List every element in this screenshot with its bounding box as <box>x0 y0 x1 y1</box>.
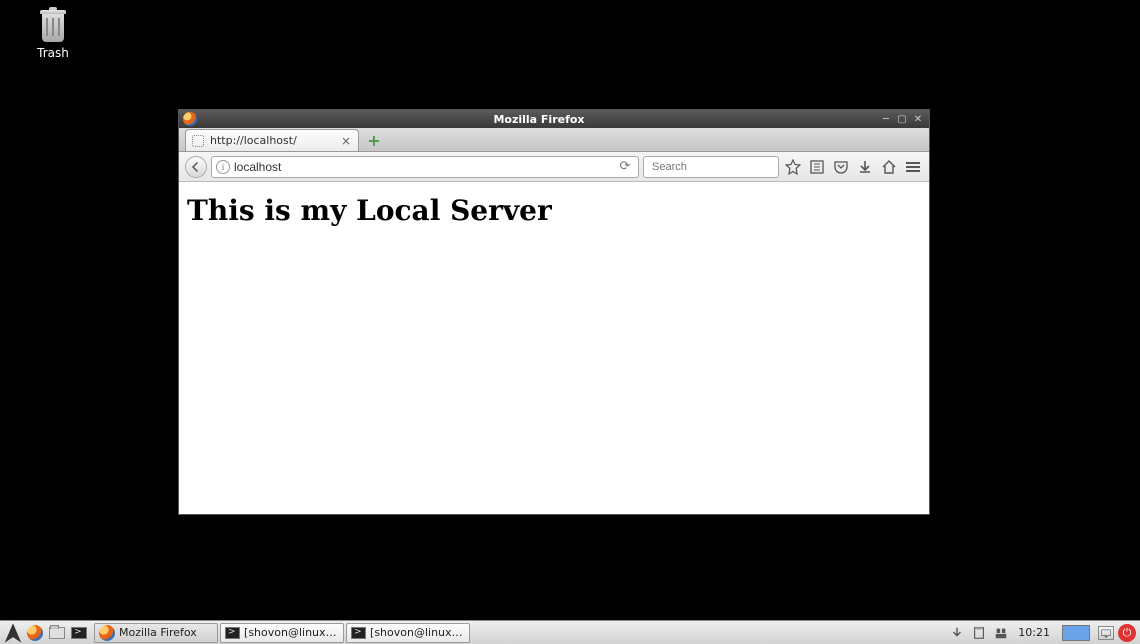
url-input[interactable] <box>234 160 612 174</box>
tray-network-icon[interactable] <box>992 624 1010 642</box>
arch-icon <box>2 622 24 644</box>
task-buttons: Mozilla Firefox [shovon@linuxhi... [shovon… <box>94 623 470 643</box>
window-maximize-button[interactable]: ▢ <box>895 112 909 126</box>
browser-tab[interactable]: http://localhost/ × <box>185 129 359 151</box>
favicon-icon <box>192 135 204 147</box>
tab-title: http://localhost/ <box>210 134 340 147</box>
download-icon <box>857 159 873 175</box>
firefox-icon <box>183 112 197 126</box>
desktop-trash-label: Trash <box>28 46 78 60</box>
search-bar[interactable] <box>643 156 779 178</box>
system-tray: 10:21 ⏻ <box>944 624 1140 642</box>
window-titlebar[interactable]: Mozilla Firefox ─ ▢ ✕ <box>179 110 929 128</box>
page-heading: This is my Local Server <box>187 194 921 227</box>
home-button[interactable] <box>879 156 899 178</box>
window-minimize-button[interactable]: ─ <box>879 112 893 126</box>
desktop-icon <box>1101 628 1111 638</box>
task-button-label: [shovon@linuxhi... <box>244 626 339 639</box>
reload-button[interactable]: ⟳ <box>616 159 634 174</box>
task-button[interactable]: [shovon@linuxhi... <box>346 623 470 643</box>
logout-button[interactable]: ⏻ <box>1118 624 1136 642</box>
arrow-left-icon <box>190 161 202 173</box>
home-icon <box>881 159 897 175</box>
search-input[interactable] <box>652 161 794 173</box>
window-close-button[interactable]: ✕ <box>911 112 925 126</box>
terminal-icon <box>71 627 87 639</box>
pocket-button[interactable] <box>831 156 851 178</box>
taskbar: Mozilla Firefox [shovon@linuxhi... [shovon… <box>0 620 1140 644</box>
identity-info-icon[interactable]: i <box>216 160 230 174</box>
tray-update-icon[interactable] <box>948 624 966 642</box>
taskbar-clock[interactable]: 10:21 <box>1014 626 1054 639</box>
file-manager-launcher[interactable] <box>46 622 68 644</box>
menu-button[interactable] <box>903 156 923 178</box>
page-viewport[interactable]: This is my Local Server <box>179 182 929 514</box>
new-tab-button[interactable]: + <box>365 131 383 149</box>
task-button[interactable]: Mozilla Firefox <box>94 623 218 643</box>
tab-close-button[interactable]: × <box>340 135 352 147</box>
hamburger-icon <box>906 162 920 164</box>
tray-clipboard-icon[interactable] <box>970 624 988 642</box>
star-icon <box>785 159 801 175</box>
navigation-toolbar: i ⟳ <box>179 152 929 182</box>
pocket-icon <box>833 159 849 175</box>
firefox-window: Mozilla Firefox ─ ▢ ✕ http://localhost/ … <box>178 109 930 515</box>
task-button-label: Mozilla Firefox <box>119 626 197 639</box>
back-button[interactable] <box>185 156 207 178</box>
desktop-trash[interactable]: Trash <box>28 10 78 60</box>
trash-icon <box>40 10 66 42</box>
bookmark-star-button[interactable] <box>783 156 803 178</box>
task-button-label: [shovon@linuxhi... <box>370 626 465 639</box>
sidebar-icon <box>809 159 825 175</box>
workspace-switcher[interactable] <box>1062 625 1090 641</box>
firefox-icon <box>99 625 115 641</box>
quick-launchers <box>0 622 92 644</box>
downloads-button[interactable] <box>855 156 875 178</box>
terminal-icon <box>225 627 240 639</box>
url-bar[interactable]: i ⟳ <box>211 156 639 178</box>
start-menu-button[interactable] <box>2 622 24 644</box>
window-title: Mozilla Firefox <box>201 113 877 126</box>
folder-icon <box>49 627 65 639</box>
tab-strip: http://localhost/ × + <box>179 128 929 152</box>
firefox-icon <box>27 625 43 641</box>
firefox-launcher[interactable] <box>24 622 46 644</box>
show-desktop-button[interactable] <box>1098 626 1114 640</box>
task-button[interactable]: [shovon@linuxhi... <box>220 623 344 643</box>
terminal-icon <box>351 627 366 639</box>
reader-list-button[interactable] <box>807 156 827 178</box>
terminal-launcher[interactable] <box>68 622 90 644</box>
